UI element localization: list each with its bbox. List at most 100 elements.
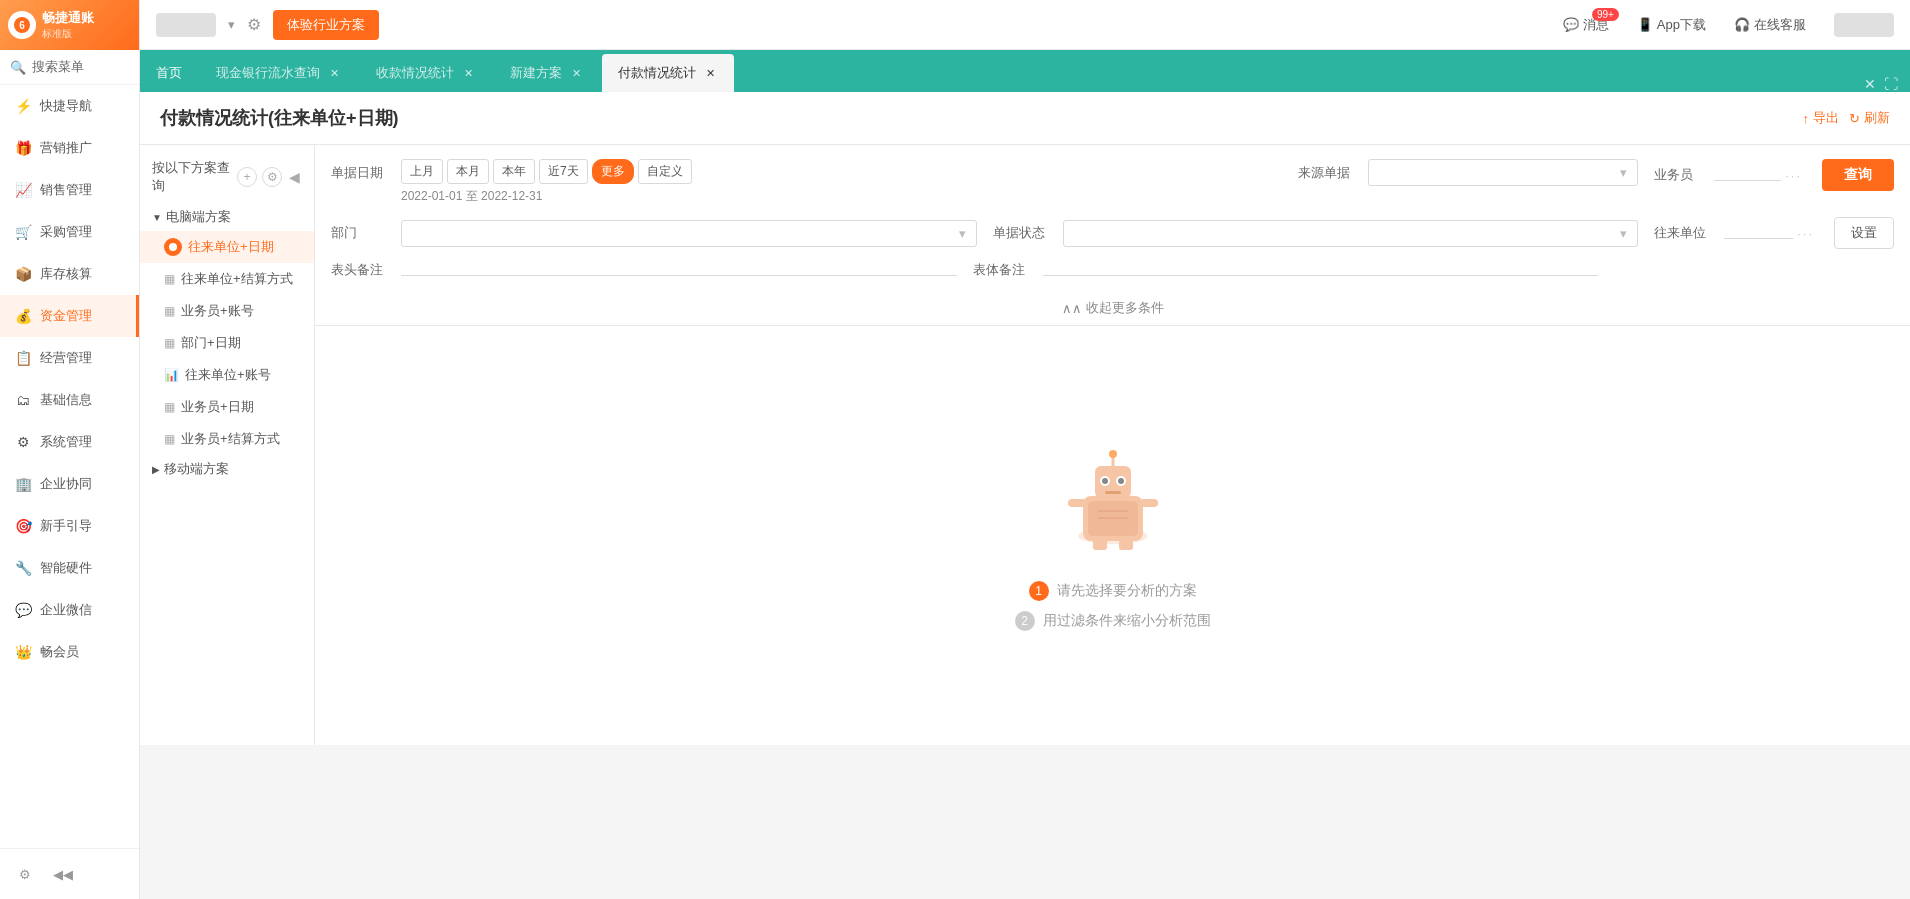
sidebar-item-funds[interactable]: 💰 资金管理 (0, 295, 139, 337)
tab-receipt-stats[interactable]: 收款情况统计 ✕ (360, 54, 492, 92)
topbar-gear-icon[interactable]: ⚙ (247, 15, 261, 34)
sidebar-item-purchase[interactable]: 🛒 采购管理 (0, 211, 139, 253)
collapse-btn[interactable]: ∧∧ 收起更多条件 (1062, 299, 1164, 317)
staff-input-area[interactable] (1714, 170, 1781, 181)
scheme-group-mobile-header[interactable]: ▶ 移动端方案 (140, 455, 314, 483)
page-header: 付款情况统计(往来单位+日期) ↑ 导出 ↻ 刷新 (140, 92, 1910, 145)
bank-flow-close-icon[interactable]: ✕ (326, 65, 342, 81)
scheme-panel: 按以下方案查询 + ⚙ ◀ ▼ 电脑端方案 (140, 145, 315, 745)
sidebar-brand-sub: 标准版 (42, 27, 94, 41)
svg-rect-16 (1093, 538, 1107, 550)
scheme-settings-icon[interactable]: ⚙ (262, 167, 282, 187)
scheme-group-pc-header[interactable]: ▼ 电脑端方案 (140, 203, 314, 231)
trial-btn[interactable]: 体验行业方案 (273, 10, 379, 40)
date-custom-btn[interactable]: 自定义 (638, 159, 692, 184)
scheme-item-label: 往来单位+日期 (188, 238, 274, 256)
sidebar-item-inventory[interactable]: 📦 库存核算 (0, 253, 139, 295)
add-scheme-icon[interactable]: + (237, 167, 257, 187)
new-scheme-close-icon[interactable]: ✕ (568, 65, 584, 81)
marketing-icon: 🎁 (14, 139, 32, 157)
sidebar-item-label: 销售管理 (40, 181, 92, 199)
staff-more-icon[interactable]: ··· (1785, 168, 1802, 183)
bank-flow-tab-label: 现金银行流水查询 (216, 64, 320, 82)
topbar-chevron-icon[interactable]: ▾ (228, 17, 235, 32)
sidebar-item-label: 系统管理 (40, 433, 92, 451)
staff-account-icon: ▦ (164, 304, 175, 318)
date-last-7-btn[interactable]: 近7天 (539, 159, 588, 184)
collapse-panel-icon[interactable]: ◀ (287, 167, 302, 187)
body-note-input[interactable] (1043, 265, 1599, 276)
scheme-item-partner-settle[interactable]: ▦ 往来单位+结算方式 (140, 263, 314, 295)
app-label: App下载 (1657, 16, 1706, 34)
online-service-btn[interactable]: 🎧 在线客服 (1734, 16, 1806, 34)
sidebar-item-quick-nav[interactable]: ⚡ 快捷导航 (0, 85, 139, 127)
svg-rect-11 (1105, 491, 1121, 494)
dept-select[interactable]: ▾ (401, 220, 977, 247)
header-note-label: 表头备注 (331, 261, 401, 279)
page-actions: ↑ 导出 ↻ 刷新 (1803, 109, 1891, 127)
scheme-item-dept-date[interactable]: ▦ 部门+日期 (140, 327, 314, 359)
tab-payment-stats[interactable]: 付款情况统计 ✕ (602, 54, 734, 92)
empty-tip-2: 2 用过滤条件来缩小分析范围 (1015, 611, 1211, 631)
sidebar-item-label: 畅会员 (40, 643, 79, 661)
date-last-month-btn[interactable]: 上月 (401, 159, 443, 184)
filter-row-2: 部门 ▾ 单据状态 ▾ (331, 217, 1894, 249)
date-this-month-btn[interactable]: 本月 (447, 159, 489, 184)
export-btn[interactable]: ↑ 导出 (1803, 109, 1840, 127)
search-icon: 🔍 (10, 60, 26, 75)
partner-settle-icon: ▦ (164, 272, 175, 286)
sidebar-item-guide[interactable]: 🎯 新手引导 (0, 505, 139, 547)
scheme-item-staff-settle[interactable]: ▦ 业务员+结算方式 (140, 423, 314, 455)
tab-bank-flow[interactable]: 现金银行流水查询 ✕ (200, 54, 358, 92)
sidebar-item-label: 企业微信 (40, 601, 92, 619)
query-btn[interactable]: 查询 (1822, 159, 1894, 191)
sidebar-item-sales[interactable]: 📈 销售管理 (0, 169, 139, 211)
sidebar-item-enterprise[interactable]: 🏢 企业协同 (0, 463, 139, 505)
sidebar-item-operations[interactable]: 📋 经营管理 (0, 337, 139, 379)
doc-status-label: 单据状态 (993, 224, 1063, 242)
sidebar-item-system[interactable]: ⚙ 系统管理 (0, 421, 139, 463)
partner-more-icon[interactable]: ··· (1797, 226, 1814, 241)
sidebar-item-weixin[interactable]: 💬 企业微信 (0, 589, 139, 631)
scheme-item-partner-date[interactable]: 往来单位+日期 (140, 231, 314, 263)
sidebar-search-label: 搜索菜单 (32, 58, 84, 76)
scheme-item-staff-date[interactable]: ▦ 业务员+日期 (140, 391, 314, 423)
sidebar-item-basic-info[interactable]: 🗂 基础信息 (0, 379, 139, 421)
payment-stats-tab-label: 付款情况统计 (618, 64, 696, 82)
close-all-tabs-icon[interactable]: ✕ (1864, 76, 1876, 92)
refresh-label: 刷新 (1864, 109, 1890, 127)
date-more-btn[interactable]: 更多 (592, 159, 634, 184)
doc-status-select[interactable]: ▾ (1063, 220, 1639, 247)
dept-label: 部门 (331, 224, 401, 242)
tab-new-scheme[interactable]: 新建方案 ✕ (494, 54, 600, 92)
pc-scheme-label: 电脑端方案 (166, 208, 231, 226)
sidebar-item-member[interactable]: 👑 畅会员 (0, 631, 139, 673)
sidebar-search[interactable]: 🔍 搜索菜单 (0, 50, 139, 85)
sidebar-bottom: ⚙ ◀◀ (0, 848, 139, 899)
refresh-btn[interactable]: ↻ 刷新 (1849, 109, 1890, 127)
sales-icon: 📈 (14, 181, 32, 199)
scheme-item-label: 业务员+账号 (181, 302, 254, 320)
maximize-icon[interactable]: ⛶ (1884, 76, 1898, 92)
sidebar-item-hardware[interactable]: 🔧 智能硬件 (0, 547, 139, 589)
message-badge: 99+ (1592, 8, 1619, 21)
payment-stats-close-icon[interactable]: ✕ (702, 65, 718, 81)
tab-home[interactable]: 首页 (140, 54, 198, 92)
source-doc-select[interactable]: ▾ (1368, 159, 1638, 186)
header-note-input[interactable] (401, 265, 957, 276)
collapse-up-icon: ∧∧ (1062, 301, 1082, 316)
app-download-btn[interactable]: 📱 App下载 (1637, 16, 1706, 34)
svg-rect-17 (1119, 538, 1133, 550)
receipt-stats-close-icon[interactable]: ✕ (460, 65, 476, 81)
member-icon: 👑 (14, 643, 32, 661)
scheme-item-partner-account[interactable]: 📊 往来单位+账号 (140, 359, 314, 391)
sidebar-item-marketing[interactable]: 🎁 营销推广 (0, 127, 139, 169)
settings-bottom-btn[interactable]: ⚙ (10, 859, 40, 889)
main-area: ▾ ⚙ 体验行业方案 💬 消息 99+ 📱 App下载 🎧 在线客服 首页 现金… (140, 0, 1910, 899)
message-btn[interactable]: 💬 消息 99+ (1563, 16, 1609, 34)
collapse-sidebar-btn[interactable]: ◀◀ (48, 859, 78, 889)
scheme-item-staff-account[interactable]: ▦ 业务员+账号 (140, 295, 314, 327)
setting-btn[interactable]: 设置 (1834, 217, 1894, 249)
date-this-year-btn[interactable]: 本年 (493, 159, 535, 184)
sidebar-logo: 6 (8, 11, 36, 39)
